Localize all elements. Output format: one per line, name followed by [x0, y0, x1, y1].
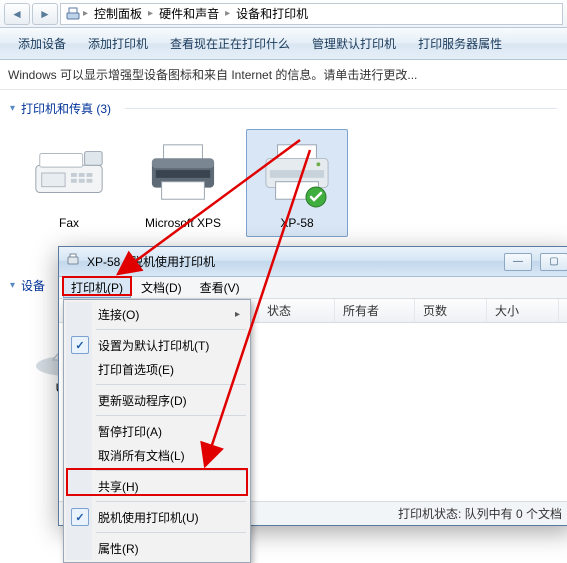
device-xp-58[interactable]: XP-58 [246, 129, 348, 237]
menu-separator [96, 501, 246, 502]
nav-back-button[interactable]: ◄ [4, 3, 30, 25]
device-microsoft-xps[interactable]: Microsoft XPS [132, 129, 234, 237]
menu-separator [96, 470, 246, 471]
address-bar: ◄ ► ▸ 控制面板 ▸ 硬件和声音 ▸ 设备和打印机 [0, 0, 567, 28]
menu-separator [96, 415, 246, 416]
nav-forward-button[interactable]: ► [32, 3, 58, 25]
fax-icon [21, 134, 117, 212]
menu-separator [96, 384, 246, 385]
add-device-button[interactable]: 添加设备 [8, 31, 76, 56]
printer-queue-window: XP-58 - 脱机使用打印机 — ▢ 打印机(P) 文档(D) 查看(V) 文… [58, 246, 567, 526]
crumb-hardware-sound[interactable]: 硬件和声音 [155, 3, 223, 24]
device-fax[interactable]: Fax [18, 129, 120, 237]
check-icon: ✓ [71, 508, 89, 526]
maximize-button[interactable]: ▢ [540, 253, 567, 271]
menu-printer[interactable]: 打印机(P) [63, 277, 131, 298]
chevron-right-icon: ▸ [83, 8, 88, 19]
devices-icon [65, 6, 81, 22]
chevron-right-icon: ▸ [225, 8, 230, 19]
submenu-arrow-icon: ▸ [235, 309, 240, 320]
menu-document[interactable]: 文档(D) [133, 277, 190, 298]
status-text: 打印机状态: 队列中有 0 个文档 [398, 505, 562, 522]
device-row: Fax Microsoft XPS [10, 121, 557, 249]
printer-icon [249, 134, 345, 212]
menu-separator [96, 329, 246, 330]
device-label: XP-58 [249, 216, 345, 232]
section-printers-fax[interactable]: ▾ 打印机和传真 (3) [10, 96, 557, 121]
menu-view[interactable]: 查看(V) [192, 277, 248, 298]
info-bar[interactable]: Windows 可以显示增强型设备图标和来自 Internet 的信息。请单击进… [0, 60, 567, 90]
menu-bar: 打印机(P) 文档(D) 查看(V) [59, 277, 567, 299]
minimize-button[interactable]: — [504, 253, 532, 271]
breadcrumb[interactable]: ▸ 控制面板 ▸ 硬件和声音 ▸ 设备和打印机 [60, 3, 563, 25]
chevron-right-icon: ▸ [148, 8, 153, 19]
device-label: Microsoft XPS [135, 216, 231, 232]
menu-cancel-all[interactable]: 取消所有文档(L) [66, 443, 248, 467]
crumb-devices-printers[interactable]: 设备和打印机 [232, 3, 312, 24]
window-titlebar[interactable]: XP-58 - 脱机使用打印机 — ▢ [59, 247, 567, 277]
menu-connect[interactable]: 连接(O)▸ [66, 302, 248, 326]
manage-default-button[interactable]: 管理默认打印机 [302, 31, 406, 56]
default-check-icon [305, 186, 327, 208]
col-size[interactable]: 大小 [487, 299, 559, 322]
info-text: Windows 可以显示增强型设备图标和来自 Internet 的信息。请单击进… [8, 66, 417, 83]
section-title: 设备 [21, 277, 45, 294]
col-status[interactable]: 状态 [259, 299, 335, 322]
menu-pause-printing[interactable]: 暂停打印(A) [66, 419, 248, 443]
divider [125, 108, 557, 109]
printer-menu-dropdown: 连接(O)▸ ✓设置为默认打印机(T) 打印首选项(E) 更新驱动程序(D) 暂… [63, 299, 251, 563]
window-title: XP-58 - 脱机使用打印机 [87, 253, 215, 270]
server-props-button[interactable]: 打印服务器属性 [408, 31, 512, 56]
menu-printing-prefs[interactable]: 打印首选项(E) [66, 357, 248, 381]
printer-icon [135, 134, 231, 212]
menu-properties[interactable]: 属性(R) [66, 536, 248, 560]
section-title: 打印机和传真 (3) [21, 100, 111, 117]
collapse-arrow-icon: ▾ [10, 103, 15, 114]
add-printer-button[interactable]: 添加打印机 [78, 31, 158, 56]
menu-separator [96, 532, 246, 533]
see-printing-button[interactable]: 查看现在正在打印什么 [160, 31, 300, 56]
menu-update-driver[interactable]: 更新驱动程序(D) [66, 388, 248, 412]
menu-share[interactable]: 共享(H) [66, 474, 248, 498]
col-pages[interactable]: 页数 [415, 299, 487, 322]
check-icon: ✓ [71, 336, 89, 354]
printer-icon [65, 252, 81, 271]
collapse-arrow-icon: ▾ [10, 280, 15, 291]
col-owner[interactable]: 所有者 [335, 299, 415, 322]
menu-set-default[interactable]: ✓设置为默认打印机(T) [66, 333, 248, 357]
command-bar: 添加设备 添加打印机 查看现在正在打印什么 管理默认打印机 打印服务器属性 [0, 28, 567, 60]
menu-use-offline[interactable]: ✓脱机使用打印机(U) [66, 505, 248, 529]
crumb-control-panel[interactable]: 控制面板 [90, 3, 146, 24]
device-label: Fax [21, 216, 117, 232]
